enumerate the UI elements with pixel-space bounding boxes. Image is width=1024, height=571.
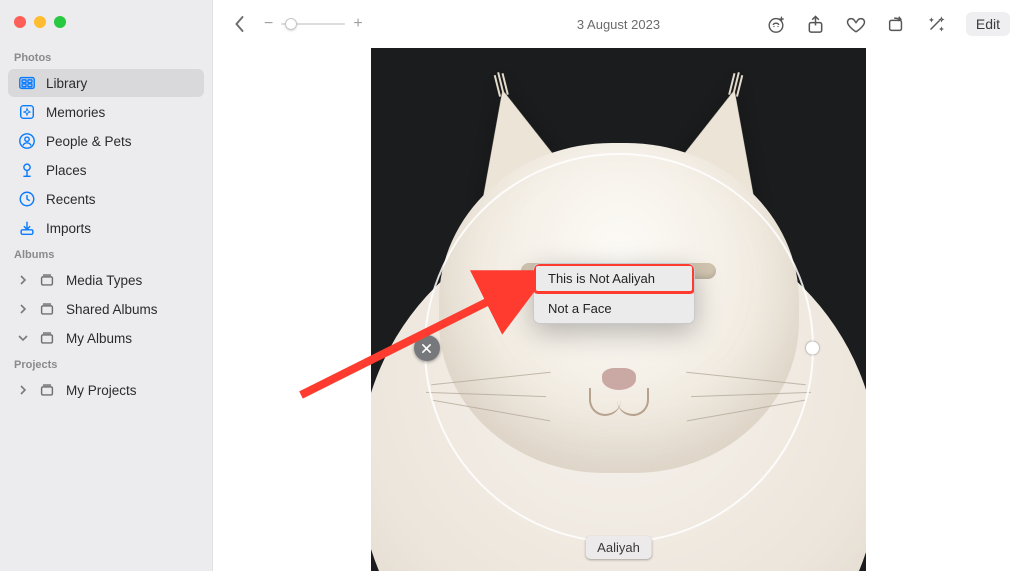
- sidebar-item-my-albums[interactable]: My Albums: [8, 324, 204, 352]
- grid-icon: [18, 74, 36, 92]
- chevron-down-icon: [18, 334, 28, 342]
- main-content: − + 3 August 2023: [213, 0, 1024, 571]
- import-icon: [18, 219, 36, 237]
- sidebar-item-label: Library: [46, 76, 194, 91]
- zoom-track[interactable]: [281, 23, 345, 25]
- sidebar-item-places[interactable]: Places: [8, 156, 204, 184]
- sidebar-item-label: Shared Albums: [66, 302, 194, 317]
- chevron-right-icon: [18, 385, 28, 395]
- sidebar-heading-projects: Projects: [0, 353, 212, 375]
- toolbar-right: Edit: [766, 12, 1010, 36]
- sidebar-item-library[interactable]: Library: [8, 69, 204, 97]
- window-controls: [0, 10, 212, 46]
- sidebar-item-label: My Projects: [66, 383, 194, 398]
- edit-button[interactable]: Edit: [966, 12, 1010, 36]
- people-icon: [18, 132, 36, 150]
- pin-icon: [18, 161, 36, 179]
- sidebar-item-shared-albums[interactable]: Shared Albums: [8, 295, 204, 323]
- sidebar-item-label: Recents: [46, 192, 194, 207]
- menu-item-not-a-face[interactable]: Not a Face: [534, 294, 694, 323]
- stack-icon: [38, 300, 56, 318]
- sidebar-heading-photos: Photos: [0, 46, 212, 68]
- back-button[interactable]: [227, 13, 252, 35]
- sidebar: Photos Library Memories People & Pets Pl…: [0, 0, 213, 571]
- heart-icon[interactable]: [846, 14, 866, 34]
- sidebar-item-label: My Albums: [66, 331, 194, 346]
- pet-add-icon[interactable]: [766, 14, 786, 34]
- sidebar-item-my-projects[interactable]: My Projects: [8, 376, 204, 404]
- sidebar-item-memories[interactable]: Memories: [8, 98, 204, 126]
- sidebar-item-label: Memories: [46, 105, 194, 120]
- sidebar-item-label: People & Pets: [46, 134, 194, 149]
- stack-icon: [38, 329, 56, 347]
- sidebar-item-label: Imports: [46, 221, 194, 236]
- chevron-right-icon: [18, 304, 28, 314]
- stack-icon: [38, 271, 56, 289]
- sidebar-heading-albums: Albums: [0, 243, 212, 265]
- clock-icon: [18, 190, 36, 208]
- sidebar-item-imports[interactable]: Imports: [8, 214, 204, 242]
- toolbar: − + 3 August 2023: [213, 0, 1024, 48]
- sidebar-item-label: Places: [46, 163, 194, 178]
- rotate-icon[interactable]: [886, 14, 906, 34]
- sidebar-item-recents[interactable]: Recents: [8, 185, 204, 213]
- sidebar-item-label: Media Types: [66, 273, 194, 288]
- chevron-right-icon: [18, 275, 28, 285]
- remove-face-button[interactable]: [414, 335, 440, 361]
- menu-item-this-is-not[interactable]: This is Not Aaliyah: [534, 264, 694, 293]
- fullscreen-window-button[interactable]: [54, 16, 66, 28]
- context-menu: This is Not Aaliyah Not a Face: [533, 263, 695, 324]
- zoom-out-label: −: [264, 15, 273, 33]
- sidebar-item-media-types[interactable]: Media Types: [8, 266, 204, 294]
- zoom-in-label: +: [353, 15, 362, 33]
- close-window-button[interactable]: [14, 16, 26, 28]
- zoom-slider[interactable]: − +: [264, 15, 363, 33]
- minimize-window-button[interactable]: [34, 16, 46, 28]
- sparkle-square-icon: [18, 103, 36, 121]
- zoom-knob[interactable]: [285, 18, 297, 30]
- photo-date: 3 August 2023: [577, 17, 660, 32]
- stack-icon: [38, 381, 56, 399]
- wand-icon[interactable]: [926, 14, 946, 34]
- app-window: Photos Library Memories People & Pets Pl…: [0, 0, 1024, 571]
- sidebar-item-people-pets[interactable]: People & Pets: [8, 127, 204, 155]
- face-detection-circle[interactable]: [424, 153, 814, 543]
- share-icon[interactable]: [806, 14, 826, 34]
- face-resize-handle[interactable]: [806, 342, 819, 355]
- face-name-tag[interactable]: Aaliyah: [585, 536, 652, 559]
